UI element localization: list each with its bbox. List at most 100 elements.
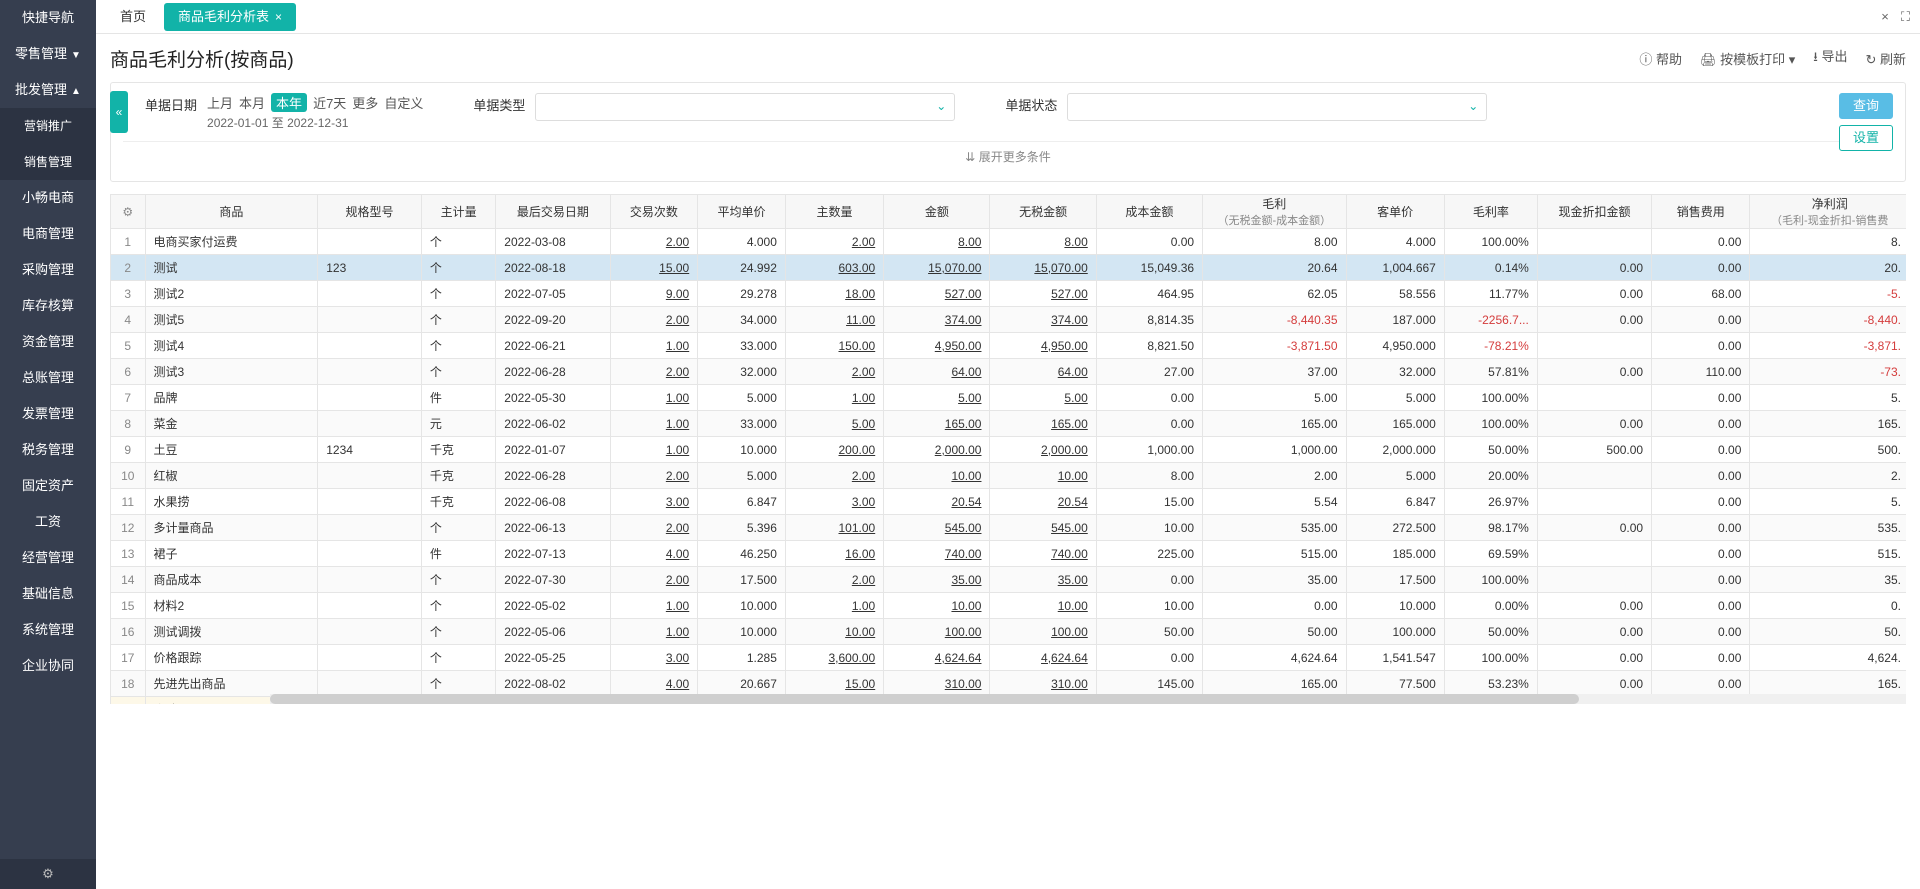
collapse-filter-button[interactable]: « — [110, 91, 128, 133]
col-header-6[interactable]: 主数量 — [785, 195, 883, 229]
table-row[interactable]: 11水果捞千克2022-06-083.006.8473.0020.5420.54… — [111, 489, 1907, 515]
export-button[interactable]: ⭳ 导出 — [1813, 46, 1847, 70]
cell: 0.00 — [1652, 489, 1750, 515]
print-button[interactable]: 🖨 按模板打印 ▾ — [1700, 49, 1795, 68]
tab-report[interactable]: 商品毛利分析表× — [164, 3, 296, 31]
refresh-button[interactable]: ↻ 刷新 — [1865, 49, 1906, 68]
status-label: 单据状态 — [1005, 93, 1057, 114]
table-row[interactable]: 2测试123个2022-08-1815.0024.992603.0015,070… — [111, 255, 1907, 281]
sidebar-item-9[interactable]: 发票管理 — [0, 396, 96, 432]
cell: 24.992 — [698, 255, 786, 281]
sidebar-item-1[interactable]: 零售管理▼ — [0, 36, 96, 72]
col-header-9[interactable]: 成本金额 — [1096, 195, 1202, 229]
col-header-13[interactable]: 现金折扣金额 — [1537, 195, 1651, 229]
sidebar-item-15[interactable]: 系统管理 — [0, 612, 96, 648]
cell: 15.00 — [610, 255, 698, 281]
cell: 0.00 — [1096, 229, 1202, 255]
settings-gear[interactable]: ⚙ — [0, 859, 96, 889]
table-row[interactable]: 12多计量商品个2022-06-132.005.396101.00545.005… — [111, 515, 1907, 541]
table-row[interactable]: 16测试调拨个2022-05-061.0010.00010.00100.0010… — [111, 619, 1907, 645]
table-row[interactable]: 8菜金元2022-06-021.0033.0005.00165.00165.00… — [111, 411, 1907, 437]
col-header-15[interactable]: 净利润（毛利-现金折扣-销售费 — [1750, 195, 1906, 229]
table-row[interactable]: 5测试4个2022-06-211.0033.000150.004,950.004… — [111, 333, 1907, 359]
col-header-5[interactable]: 平均单价 — [698, 195, 786, 229]
sidebar-item-3[interactable]: 小畅电商 — [0, 180, 96, 216]
sidebar-item-14[interactable]: 基础信息 — [0, 576, 96, 612]
table-row[interactable]: 15材料2个2022-05-021.0010.0001.0010.0010.00… — [111, 593, 1907, 619]
sidebar-item-7[interactable]: 资金管理 — [0, 324, 96, 360]
table-row[interactable]: 4测试5个2022-09-202.0034.00011.00374.00374.… — [111, 307, 1907, 333]
table-row[interactable]: 10红椒千克2022-06-282.005.0002.0010.0010.008… — [111, 463, 1907, 489]
settings-button[interactable]: 设置 — [1839, 125, 1893, 151]
col-header-12[interactable]: 毛利率 — [1444, 195, 1537, 229]
sidebar-item-2[interactable]: 批发管理▲ — [0, 72, 96, 108]
cell: 5.000 — [698, 463, 786, 489]
preset-4[interactable]: 更多 — [352, 93, 378, 112]
cell — [318, 333, 422, 359]
cell: 1.00 — [610, 411, 698, 437]
sidebar-item-13[interactable]: 经营管理 — [0, 540, 96, 576]
table-row[interactable]: 9土豆1234千克2022-01-071.0010.000200.002,000… — [111, 437, 1907, 463]
table-row[interactable]: 17价格跟踪个2022-05-253.001.2853,600.004,624.… — [111, 645, 1907, 671]
cell — [318, 645, 422, 671]
sidebar-sub-2-1[interactable]: 销售管理 — [0, 144, 96, 180]
table-row[interactable]: 6测试3个2022-06-282.0032.0002.0064.0064.002… — [111, 359, 1907, 385]
table-row[interactable]: 1电商买家付运费个2022-03-082.004.0002.008.008.00… — [111, 229, 1907, 255]
sidebar-item-11[interactable]: 固定资产 — [0, 468, 96, 504]
cell — [318, 671, 422, 697]
cell: 2022-01-07 — [496, 437, 610, 463]
sidebar-item-6[interactable]: 库存核算 — [0, 288, 96, 324]
cell: 8.00 — [990, 229, 1096, 255]
sidebar-item-8[interactable]: 总账管理 — [0, 360, 96, 396]
cell: 15.00 — [785, 671, 883, 697]
col-header-2[interactable]: 主计量 — [421, 195, 495, 229]
preset-2[interactable]: 本年 — [271, 93, 307, 112]
fullscreen-icon[interactable]: ⛶ — [1901, 9, 1910, 25]
sidebar-sub-2-0[interactable]: 营销推广 — [0, 108, 96, 144]
preset-0[interactable]: 上月 — [207, 93, 233, 112]
status-select[interactable]: ⌄ — [1067, 93, 1487, 121]
row-index: 18 — [111, 671, 146, 697]
expand-filters[interactable]: ⇊ 展开更多条件 — [123, 141, 1893, 171]
cell: 测试2 — [145, 281, 318, 307]
cell: 310.00 — [990, 671, 1096, 697]
col-header-10[interactable]: 毛利（无税金额-成本金额） — [1203, 195, 1346, 229]
col-header-11[interactable]: 客单价 — [1346, 195, 1444, 229]
col-header-14[interactable]: 销售费用 — [1652, 195, 1750, 229]
sidebar-item-0[interactable]: 快捷导航 — [0, 0, 96, 36]
col-header-1[interactable]: 规格型号 — [318, 195, 422, 229]
col-header-0[interactable]: 商品 — [145, 195, 318, 229]
cell: 2.00 — [1203, 463, 1346, 489]
scrollbar-thumb[interactable] — [270, 694, 1579, 704]
row-index: 14 — [111, 567, 146, 593]
col-header-7[interactable]: 金额 — [884, 195, 990, 229]
tab-home[interactable]: 首页 — [106, 3, 160, 31]
table-row[interactable]: 13裙子件2022-07-134.0046.25016.00740.00740.… — [111, 541, 1907, 567]
query-button[interactable]: 查询 — [1839, 93, 1893, 119]
table-row[interactable]: 14商品成本个2022-07-302.0017.5002.0035.0035.0… — [111, 567, 1907, 593]
sidebar-item-10[interactable]: 税务管理 — [0, 432, 96, 468]
gear-column[interactable]: ⚙ — [111, 195, 146, 229]
cell: 6.847 — [1346, 489, 1444, 515]
sidebar: 快捷导航零售管理▼批发管理▲营销推广销售管理小畅电商电商管理采购管理库存核算资金… — [0, 0, 96, 889]
table-row[interactable]: 7品牌件2022-05-301.005.0001.005.005.000.005… — [111, 385, 1907, 411]
tab-close-all[interactable]: × — [1881, 9, 1889, 25]
h-scrollbar[interactable] — [270, 694, 1906, 704]
type-select[interactable]: ⌄ — [535, 93, 955, 121]
close-icon[interactable]: × — [275, 10, 282, 24]
help-link[interactable]: ⓘ 帮助 — [1639, 49, 1682, 68]
preset-3[interactable]: 近7天 — [313, 93, 346, 112]
preset-5[interactable]: 自定义 — [384, 93, 423, 112]
col-header-3[interactable]: 最后交易日期 — [496, 195, 610, 229]
col-header-4[interactable]: 交易次数 — [610, 195, 698, 229]
cell: 1234 — [318, 437, 422, 463]
table-row[interactable]: 18先进先出商品个2022-08-024.0020.66715.00310.00… — [111, 671, 1907, 697]
table-row[interactable]: 3测试2个2022-07-059.0029.27818.00527.00527.… — [111, 281, 1907, 307]
preset-1[interactable]: 本月 — [239, 93, 265, 112]
chevron-down-icon: ⌄ — [936, 99, 946, 113]
sidebar-item-4[interactable]: 电商管理 — [0, 216, 96, 252]
sidebar-item-12[interactable]: 工资 — [0, 504, 96, 540]
sidebar-item-16[interactable]: 企业协同 — [0, 648, 96, 684]
col-header-8[interactable]: 无税金额 — [990, 195, 1096, 229]
sidebar-item-5[interactable]: 采购管理 — [0, 252, 96, 288]
